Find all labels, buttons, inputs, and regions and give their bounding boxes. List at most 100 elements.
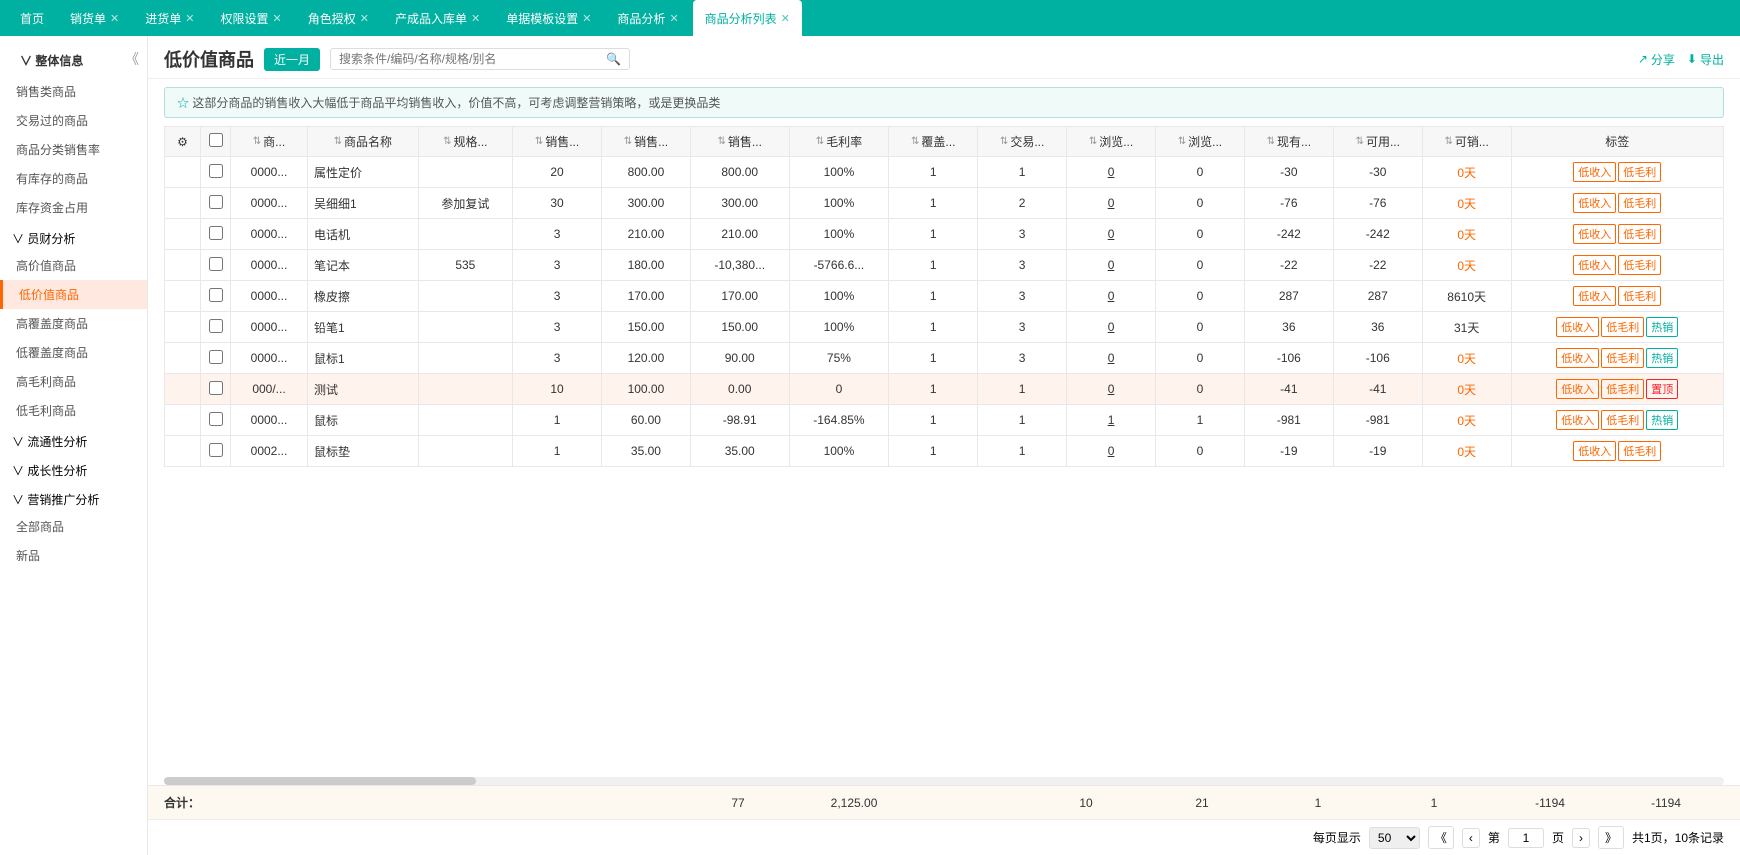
sort-icon[interactable]: ⇅ — [1356, 136, 1364, 147]
row-checkbox[interactable] — [209, 257, 223, 271]
prev-page-btn[interactable]: ‹ — [1462, 828, 1480, 848]
sort-icon[interactable]: ⇅ — [816, 136, 824, 147]
share-btn[interactable]: ↗ 分享 — [1638, 51, 1675, 68]
filter-recent-month-btn[interactable]: 近一月 — [264, 48, 320, 71]
sidebar-item-category-sales-rate[interactable]: 商品分类销售率 — [0, 135, 147, 164]
pageviews-link[interactable]: 0 — [1108, 196, 1115, 210]
row-transactions: 3 — [978, 343, 1067, 374]
row-available: -41 — [1333, 374, 1422, 405]
footer-empty5 — [912, 796, 1028, 810]
close-icon[interactable]: ✕ — [110, 12, 119, 25]
sidebar-item-new-products[interactable]: 新品 — [0, 541, 147, 570]
row-pageviews1: 0 — [1067, 343, 1156, 374]
export-btn[interactable]: ⬇ 导出 — [1687, 51, 1724, 68]
row-checkbox[interactable] — [209, 288, 223, 302]
tag-badge: 低收入 — [1556, 317, 1599, 337]
close-icon[interactable]: ✕ — [669, 12, 678, 25]
close-icon[interactable]: ✕ — [582, 12, 591, 25]
pageviews-link[interactable]: 0 — [1108, 227, 1115, 241]
sort-icon[interactable]: ⇅ — [1089, 136, 1097, 147]
close-icon[interactable]: ✕ — [471, 12, 480, 25]
tab-home[interactable]: 首页 — [8, 0, 56, 36]
sidebar-item-traded-products[interactable]: 交易过的商品 — [0, 106, 147, 135]
pageviews-link[interactable]: 0 — [1108, 382, 1115, 396]
page-number-input[interactable] — [1508, 828, 1544, 848]
sort-icon[interactable]: ⇅ — [1267, 136, 1275, 147]
pageviews-link[interactable]: 1 — [1108, 413, 1115, 427]
tab-product-analysis-list[interactable]: 商品分析列表 ✕ — [693, 0, 802, 36]
sidebar-item-low-value[interactable]: 低价值商品 — [0, 280, 147, 309]
close-icon[interactable]: ✕ — [185, 12, 194, 25]
pageviews-link[interactable]: 0 — [1108, 444, 1115, 458]
select-all-checkbox[interactable] — [209, 133, 223, 147]
search-input[interactable] — [339, 52, 602, 66]
last-page-btn[interactable]: 》 — [1598, 826, 1624, 849]
sidebar-item-stocked-products[interactable]: 有库存的商品 — [0, 164, 147, 193]
page-size-select[interactable]: 20 50 100 — [1369, 827, 1420, 849]
sort-icon[interactable]: ⇅ — [253, 136, 261, 147]
sidebar-item-low-coverage[interactable]: 低覆盖度商品 — [0, 338, 147, 367]
row-current-stock: -22 — [1244, 250, 1333, 281]
scrollbar-thumb[interactable] — [164, 777, 476, 785]
sidebar-item-high-margin[interactable]: 高毛利商品 — [0, 367, 147, 396]
row-checkbox[interactable] — [209, 226, 223, 240]
sidebar-item-high-value[interactable]: 高价值商品 — [0, 251, 147, 280]
first-page-btn[interactable]: 《 — [1428, 826, 1454, 849]
search-icon[interactable]: 🔍 — [606, 52, 621, 66]
row-available: -19 — [1333, 436, 1422, 467]
horizontal-scrollbar[interactable] — [164, 777, 1724, 785]
sort-icon[interactable]: ⇅ — [1178, 136, 1186, 147]
row-tags: 低收入低毛利 — [1511, 188, 1723, 219]
sidebar-collapse-btn[interactable]: 《 — [125, 49, 139, 69]
footer-available: -1194 — [1608, 796, 1724, 810]
close-icon[interactable]: ✕ — [360, 12, 369, 25]
pageviews-link[interactable]: 0 — [1108, 165, 1115, 179]
tab-template-settings[interactable]: 单据模板设置 ✕ — [494, 0, 603, 36]
row-tags: 低收入低毛利 — [1511, 436, 1723, 467]
sort-icon[interactable]: ⇅ — [535, 136, 543, 147]
pageviews-link[interactable]: 0 — [1108, 289, 1115, 303]
col-settings[interactable]: ⚙ — [165, 127, 201, 157]
sort-icon[interactable]: ⇅ — [718, 136, 726, 147]
row-checkbox[interactable] — [209, 164, 223, 178]
row-available: 287 — [1333, 281, 1422, 312]
row-sales-qty: 30 — [513, 188, 602, 219]
pageviews-link[interactable]: 0 — [1108, 351, 1115, 365]
row-checkbox[interactable] — [209, 412, 223, 426]
row-code: 0000... — [231, 405, 308, 436]
footer-empty1 — [216, 796, 332, 810]
pageviews-link[interactable]: 0 — [1108, 258, 1115, 272]
sidebar-item-low-margin[interactable]: 低毛利商品 — [0, 396, 147, 425]
row-checkbox[interactable] — [209, 195, 223, 209]
next-page-btn[interactable]: › — [1572, 828, 1590, 848]
row-checkbox[interactable] — [209, 443, 223, 457]
row-transactions: 3 — [978, 312, 1067, 343]
close-icon[interactable]: ✕ — [273, 12, 282, 25]
sort-icon[interactable]: ⇅ — [624, 136, 632, 147]
sort-icon[interactable]: ⇅ — [1444, 136, 1452, 147]
tab-product-warehouse[interactable]: 产成品入库单 ✕ — [383, 0, 492, 36]
row-checkbox[interactable] — [209, 350, 223, 364]
row-checkbox[interactable] — [209, 319, 223, 333]
sort-icon[interactable]: ⇅ — [334, 136, 342, 147]
sidebar-item-all-products[interactable]: 全部商品 — [0, 512, 147, 541]
tab-product-analysis[interactable]: 商品分析 ✕ — [605, 0, 690, 36]
sidebar-item-capital-occupation[interactable]: 库存资金占用 — [0, 193, 147, 222]
settings-icon[interactable]: ⚙ — [177, 135, 188, 149]
row-pageviews1: 0 — [1067, 157, 1156, 188]
sidebar-item-sales-products[interactable]: 销售类商品 — [0, 77, 147, 106]
row-sales-amount: 170.00 — [601, 281, 690, 312]
tab-purchase-order[interactable]: 进货单 ✕ — [133, 0, 206, 36]
sort-icon[interactable]: ⇅ — [443, 136, 451, 147]
pageviews-link[interactable]: 0 — [1108, 320, 1115, 334]
tab-roles[interactable]: 角色授权 ✕ — [296, 0, 381, 36]
sort-icon[interactable]: ⇅ — [911, 136, 919, 147]
close-icon[interactable]: ✕ — [781, 12, 790, 25]
tab-sales-order[interactable]: 销货单 ✕ — [58, 0, 131, 36]
sidebar-item-high-coverage[interactable]: 高覆盖度商品 — [0, 309, 147, 338]
row-checkbox[interactable] — [209, 381, 223, 395]
sort-icon[interactable]: ⇅ — [1000, 136, 1008, 147]
row-settings-cell — [165, 405, 201, 436]
row-sales-cost: 210.00 — [690, 219, 789, 250]
tab-permissions[interactable]: 权限设置 ✕ — [208, 0, 293, 36]
